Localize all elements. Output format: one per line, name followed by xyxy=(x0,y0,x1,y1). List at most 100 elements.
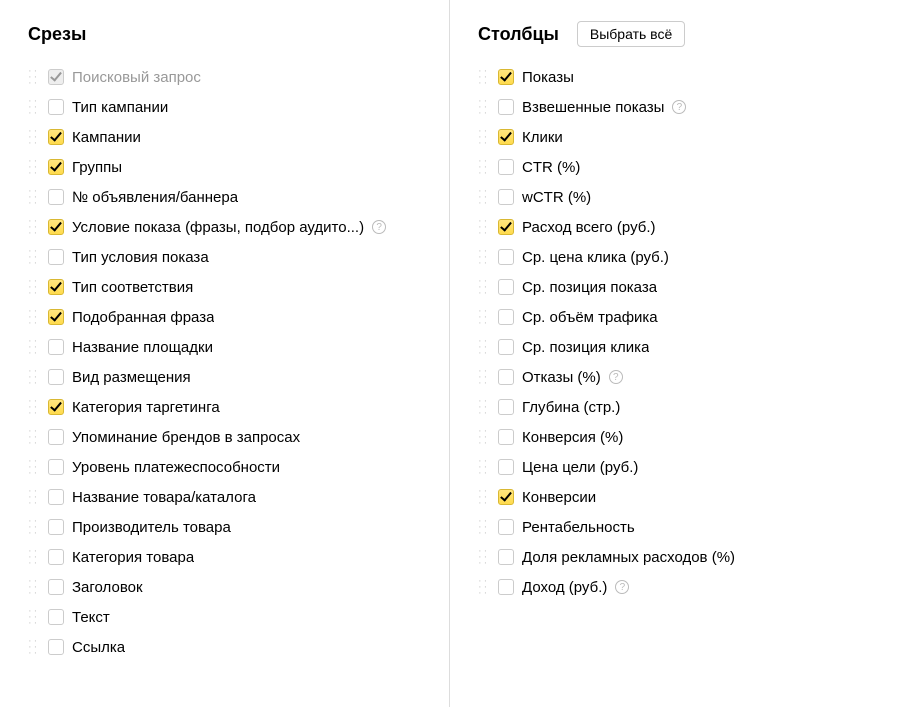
checkbox[interactable] xyxy=(48,519,64,535)
item-label: Тип соответствия xyxy=(72,279,193,296)
checkbox[interactable] xyxy=(48,309,64,325)
list-item: Уровень платежеспособности xyxy=(28,452,429,482)
list-item: Название товара/каталога xyxy=(28,482,429,512)
checkbox[interactable] xyxy=(498,399,514,415)
drag-handle-icon[interactable] xyxy=(478,68,490,86)
checkbox[interactable] xyxy=(498,519,514,535)
list-item: Тип условия показа xyxy=(28,242,429,272)
checkbox[interactable] xyxy=(498,249,514,265)
item-label: Название товара/каталога xyxy=(72,489,256,506)
checkbox[interactable] xyxy=(48,219,64,235)
drag-handle-icon[interactable] xyxy=(478,458,490,476)
checkbox[interactable] xyxy=(48,99,64,115)
list-item: Ср. объём трафика xyxy=(478,302,877,332)
drag-handle-icon[interactable] xyxy=(28,278,40,296)
drag-handle-icon[interactable] xyxy=(28,188,40,206)
checkbox[interactable] xyxy=(498,489,514,505)
drag-handle-icon[interactable] xyxy=(478,428,490,446)
help-icon[interactable] xyxy=(615,580,629,594)
checkbox[interactable] xyxy=(498,99,514,115)
drag-handle-icon[interactable] xyxy=(478,98,490,116)
drag-handle-icon[interactable] xyxy=(478,578,490,596)
checkbox[interactable] xyxy=(498,159,514,175)
drag-handle-icon[interactable] xyxy=(478,128,490,146)
checkbox[interactable] xyxy=(48,429,64,445)
checkbox[interactable] xyxy=(498,549,514,565)
drag-handle-icon[interactable] xyxy=(478,278,490,296)
list-item: Производитель товара xyxy=(28,512,429,542)
drag-handle-icon[interactable] xyxy=(28,158,40,176)
checkbox[interactable] xyxy=(48,279,64,295)
checkbox[interactable] xyxy=(498,369,514,385)
checkbox[interactable] xyxy=(498,69,514,85)
checkbox[interactable] xyxy=(48,609,64,625)
drag-handle-icon[interactable] xyxy=(28,398,40,416)
drag-handle-icon[interactable] xyxy=(478,548,490,566)
drag-handle-icon[interactable] xyxy=(478,188,490,206)
checkbox[interactable] xyxy=(48,549,64,565)
checkbox[interactable] xyxy=(48,489,64,505)
list-item: Заголовок xyxy=(28,572,429,602)
checkbox[interactable] xyxy=(48,369,64,385)
help-icon[interactable] xyxy=(672,100,686,114)
drag-handle-icon[interactable] xyxy=(478,158,490,176)
checkbox[interactable] xyxy=(498,279,514,295)
checkbox[interactable] xyxy=(498,429,514,445)
drag-handle-icon[interactable] xyxy=(478,368,490,386)
checkbox[interactable] xyxy=(498,339,514,355)
item-label: Показы xyxy=(522,69,574,86)
drag-handle-icon[interactable] xyxy=(28,578,40,596)
checkbox[interactable] xyxy=(48,189,64,205)
drag-handle-icon[interactable] xyxy=(28,308,40,326)
checkbox[interactable] xyxy=(48,129,64,145)
checkbox[interactable] xyxy=(498,129,514,145)
checkbox[interactable] xyxy=(48,459,64,475)
help-icon[interactable] xyxy=(372,220,386,234)
checkbox[interactable] xyxy=(498,189,514,205)
drag-handle-icon[interactable] xyxy=(28,338,40,356)
drag-handle-icon[interactable] xyxy=(28,68,40,86)
checkbox[interactable] xyxy=(48,249,64,265)
checkbox[interactable] xyxy=(48,159,64,175)
item-label: Ср. объём трафика xyxy=(522,309,658,326)
help-icon[interactable] xyxy=(609,370,623,384)
drag-handle-icon[interactable] xyxy=(28,548,40,566)
checkbox[interactable] xyxy=(498,579,514,595)
drag-handle-icon[interactable] xyxy=(478,518,490,536)
drag-handle-icon[interactable] xyxy=(28,458,40,476)
checkbox[interactable] xyxy=(48,339,64,355)
checkbox[interactable] xyxy=(48,639,64,655)
drag-handle-icon[interactable] xyxy=(28,248,40,266)
drag-handle-icon[interactable] xyxy=(28,368,40,386)
checkbox[interactable] xyxy=(48,579,64,595)
drag-handle-icon[interactable] xyxy=(478,248,490,266)
checkbox[interactable] xyxy=(498,459,514,475)
drag-handle-icon[interactable] xyxy=(28,638,40,656)
select-all-button[interactable]: Выбрать всё xyxy=(577,21,685,47)
drag-handle-icon[interactable] xyxy=(478,398,490,416)
item-label: Ср. цена клика (руб.) xyxy=(522,249,669,266)
drag-handle-icon[interactable] xyxy=(28,98,40,116)
list-item: Клики xyxy=(478,122,877,152)
drag-handle-icon[interactable] xyxy=(28,428,40,446)
list-item: Текст xyxy=(28,602,429,632)
drag-handle-icon[interactable] xyxy=(28,488,40,506)
drag-handle-icon[interactable] xyxy=(478,218,490,236)
list-item: Упоминание брендов в запросах xyxy=(28,422,429,452)
drag-handle-icon[interactable] xyxy=(28,128,40,146)
drag-handle-icon[interactable] xyxy=(478,488,490,506)
slices-title: Срезы xyxy=(28,24,86,45)
checkbox[interactable] xyxy=(498,309,514,325)
checkbox[interactable] xyxy=(48,399,64,415)
drag-handle-icon[interactable] xyxy=(28,518,40,536)
checkbox[interactable] xyxy=(498,219,514,235)
drag-handle-icon[interactable] xyxy=(28,218,40,236)
list-item: Вид размещения xyxy=(28,362,429,392)
item-label: Название площадки xyxy=(72,339,213,356)
item-label: Расход всего (руб.) xyxy=(522,219,656,236)
drag-handle-icon[interactable] xyxy=(28,608,40,626)
item-label: Условие показа (фразы, подбор аудито...) xyxy=(72,219,364,236)
drag-handle-icon[interactable] xyxy=(478,338,490,356)
drag-handle-icon[interactable] xyxy=(478,308,490,326)
item-label: Ссылка xyxy=(72,639,125,656)
